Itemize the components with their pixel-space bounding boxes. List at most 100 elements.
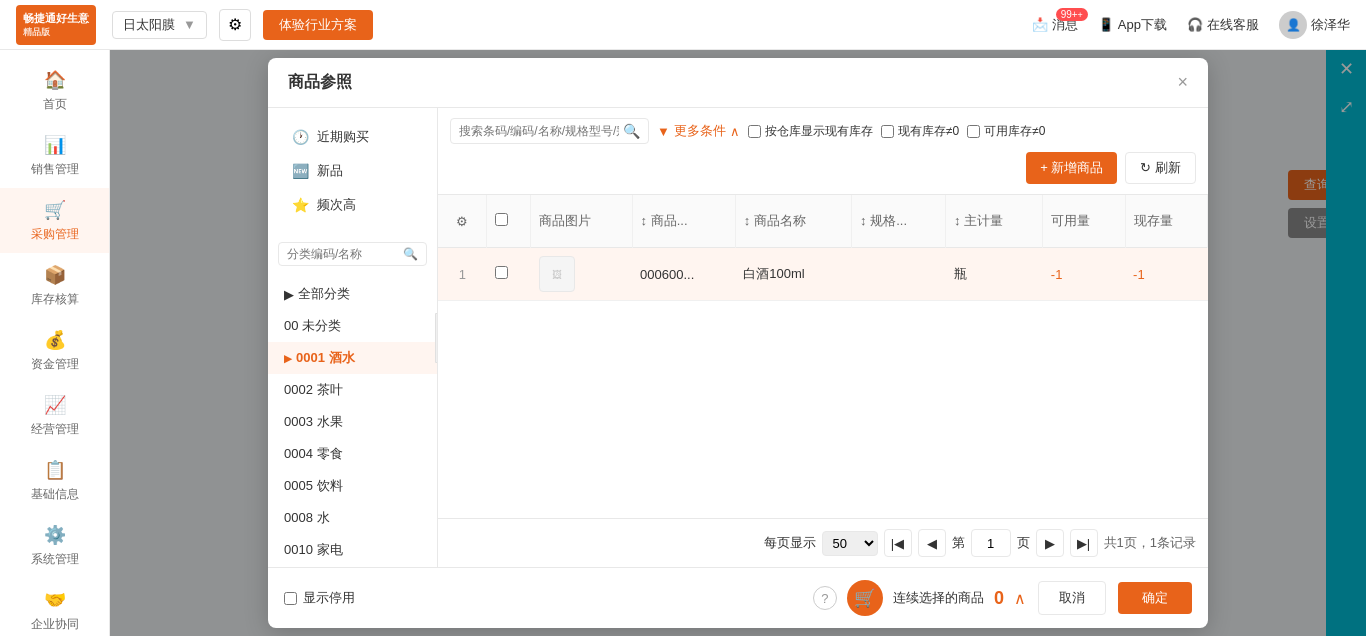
col-code-header: ↕ 商品... xyxy=(632,195,735,248)
sidebar-item-basic[interactable]: 📋 基础信息 xyxy=(0,448,109,513)
product-search-input[interactable] xyxy=(459,124,619,138)
home-icon: 🏠 xyxy=(43,68,67,92)
modal-close-button[interactable]: × xyxy=(1177,72,1188,93)
sidebar-item-finance[interactable]: 💰 资金管理 xyxy=(0,318,109,383)
messages-item[interactable]: 📩 消息 99++ xyxy=(1032,16,1078,34)
service-label: 在线客服 xyxy=(1207,16,1259,34)
first-page-button[interactable]: |◀ xyxy=(884,529,912,557)
cart-count: 0 xyxy=(994,588,1004,609)
check-available-nonzero-text: 可用库存≠0 xyxy=(984,123,1045,140)
sales-icon: 📊 xyxy=(43,133,67,157)
help-icon[interactable]: ? xyxy=(813,586,837,610)
sidebar-label-purchase: 采购管理 xyxy=(31,226,79,243)
page-suffix: 页 xyxy=(1017,534,1030,552)
category-0008[interactable]: 0008 水 xyxy=(268,502,437,534)
sidebar-label-basic: 基础信息 xyxy=(31,486,79,503)
page-size-select[interactable]: 50 100 200 xyxy=(822,531,878,556)
refresh-button[interactable]: ↻ 刷新 xyxy=(1125,152,1196,184)
add-product-button[interactable]: + 新增商品 xyxy=(1026,152,1117,184)
category-search-input[interactable] xyxy=(287,247,403,261)
user-name: 徐泽华 xyxy=(1311,16,1350,34)
service-item[interactable]: 🎧 在线客服 xyxy=(1187,16,1259,34)
sidebar-item-inventory[interactable]: 📦 库存核算 xyxy=(0,253,109,318)
category-0001[interactable]: ▶ 0001 酒水 xyxy=(268,342,437,374)
show-disabled-label: 显示停用 xyxy=(303,589,355,607)
col-code-sort: ↕ xyxy=(641,213,648,228)
col-unit-label: 主计量 xyxy=(964,213,1003,228)
more-conditions-button[interactable]: ▼ 更多条件 ∧ xyxy=(657,122,740,140)
next-page-button[interactable]: ▶ xyxy=(1036,529,1064,557)
check-stock-nonzero-text: 现有库存≠0 xyxy=(898,123,959,140)
more-conditions-label: 更多条件 xyxy=(674,122,726,140)
collapse-cart-icon[interactable]: ∧ xyxy=(1014,589,1026,608)
page-number-input[interactable] xyxy=(971,529,1011,557)
cart-icon[interactable]: 🛒 xyxy=(847,580,883,616)
check-warehouse-label[interactable]: 按仓库显示现有库存 xyxy=(748,123,873,140)
category-all[interactable]: ▶ 全部分类 xyxy=(268,278,437,310)
panel-collapse-button[interactable]: 《 xyxy=(435,313,438,363)
sidebar-label-sales: 销售管理 xyxy=(31,161,79,178)
col-stock-header: 现存量 xyxy=(1125,195,1207,248)
operations-icon: 📈 xyxy=(43,393,67,417)
col-checkbox-header xyxy=(487,195,531,248)
category-0010[interactable]: 0010 家电 xyxy=(268,534,437,566)
col-spec-header: ↕ 规格... xyxy=(852,195,946,248)
sidebar-item-home[interactable]: 🏠 首页 xyxy=(0,58,109,123)
check-available-nonzero-label[interactable]: 可用库存≠0 xyxy=(967,123,1045,140)
settings-gear[interactable]: ⚙ xyxy=(219,9,251,41)
row-spec-cell xyxy=(852,248,946,301)
brand-selector[interactable]: 日太阳膜 ▼ xyxy=(112,11,207,39)
select-all-checkbox[interactable] xyxy=(495,213,508,226)
sidebar-item-purchase[interactable]: 🛒 采购管理 xyxy=(0,188,109,253)
quick-nav-recent[interactable]: 🕐 近期购买 xyxy=(280,120,425,154)
category-00[interactable]: 00 未分类 xyxy=(268,310,437,342)
sidebar-item-system[interactable]: ⚙️ 系统管理 xyxy=(0,513,109,578)
messages-badge: 99++ xyxy=(1056,8,1088,21)
sidebar-item-operations[interactable]: 📈 经营管理 xyxy=(0,383,109,448)
check-stock-nonzero-label[interactable]: 现有库存≠0 xyxy=(881,123,959,140)
sidebar: 🏠 首页 📊 销售管理 🛒 采购管理 📦 库存核算 💰 资金管理 📈 经营管理 … xyxy=(0,50,110,636)
toolbar-right: + 新增商品 ↻ 刷新 xyxy=(1026,152,1196,184)
prev-page-button[interactable]: ◀ xyxy=(918,529,946,557)
enterprise-icon: 🤝 xyxy=(43,588,67,612)
app-download-item[interactable]: 📱 App下载 xyxy=(1098,16,1167,34)
category-0008-label: 0008 水 xyxy=(284,509,330,527)
category-0004[interactable]: 0004 零食 xyxy=(268,438,437,470)
quick-nav-new[interactable]: 🆕 新品 xyxy=(280,154,425,188)
check-available-nonzero[interactable] xyxy=(967,125,980,138)
sidebar-label-finance: 资金管理 xyxy=(31,356,79,373)
cancel-button[interactable]: 取消 xyxy=(1038,581,1106,615)
sidebar-item-sales[interactable]: 📊 销售管理 xyxy=(0,123,109,188)
category-search-icon[interactable]: 🔍 xyxy=(403,247,418,261)
row-stock-cell: -1 xyxy=(1125,248,1207,301)
content-area: 查询 设置 商品参照 × 🕐 xyxy=(110,50,1366,636)
navbar-right: 📩 消息 99++ 📱 App下载 🎧 在线客服 👤 徐泽华 xyxy=(1032,11,1350,39)
trial-button[interactable]: 体验行业方案 xyxy=(263,10,373,40)
confirm-button[interactable]: 确定 xyxy=(1118,582,1192,614)
column-settings-button[interactable]: ⚙ xyxy=(446,205,478,237)
quick-nav-frequent[interactable]: ⭐ 频次高 xyxy=(280,188,425,222)
col-spec-label: 规格... xyxy=(870,213,907,228)
page-size-label: 每页显示 xyxy=(764,534,816,552)
category-all-label: 全部分类 xyxy=(298,285,350,303)
category-0003[interactable]: 0003 水果 xyxy=(268,406,437,438)
check-stock-nonzero[interactable] xyxy=(881,125,894,138)
show-disabled-checkbox[interactable] xyxy=(284,592,297,605)
category-0002-label: 0002 茶叶 xyxy=(284,381,343,399)
product-search-icon[interactable]: 🔍 xyxy=(623,123,640,139)
category-0004-label: 0004 零食 xyxy=(284,445,343,463)
table-row[interactable]: 1 🖼 xyxy=(438,248,1208,301)
last-page-button[interactable]: ▶| xyxy=(1070,529,1098,557)
brand-arrow: ▼ xyxy=(183,17,196,32)
user-item[interactable]: 👤 徐泽华 xyxy=(1279,11,1350,39)
category-0002[interactable]: 0002 茶叶 xyxy=(268,374,437,406)
category-00-label: 00 未分类 xyxy=(284,317,341,335)
row-checkbox[interactable] xyxy=(495,266,508,279)
modal-header: 商品参照 × xyxy=(268,58,1208,108)
category-0005[interactable]: 0005 饮料 xyxy=(268,470,437,502)
col-name-header: ↕ 商品名称 xyxy=(735,195,851,248)
check-warehouse[interactable] xyxy=(748,125,761,138)
cart-label: 连续选择的商品 xyxy=(893,589,984,607)
sidebar-item-enterprise[interactable]: 🤝 企业协同 xyxy=(0,578,109,636)
collapse-icon: 《 xyxy=(436,331,438,345)
